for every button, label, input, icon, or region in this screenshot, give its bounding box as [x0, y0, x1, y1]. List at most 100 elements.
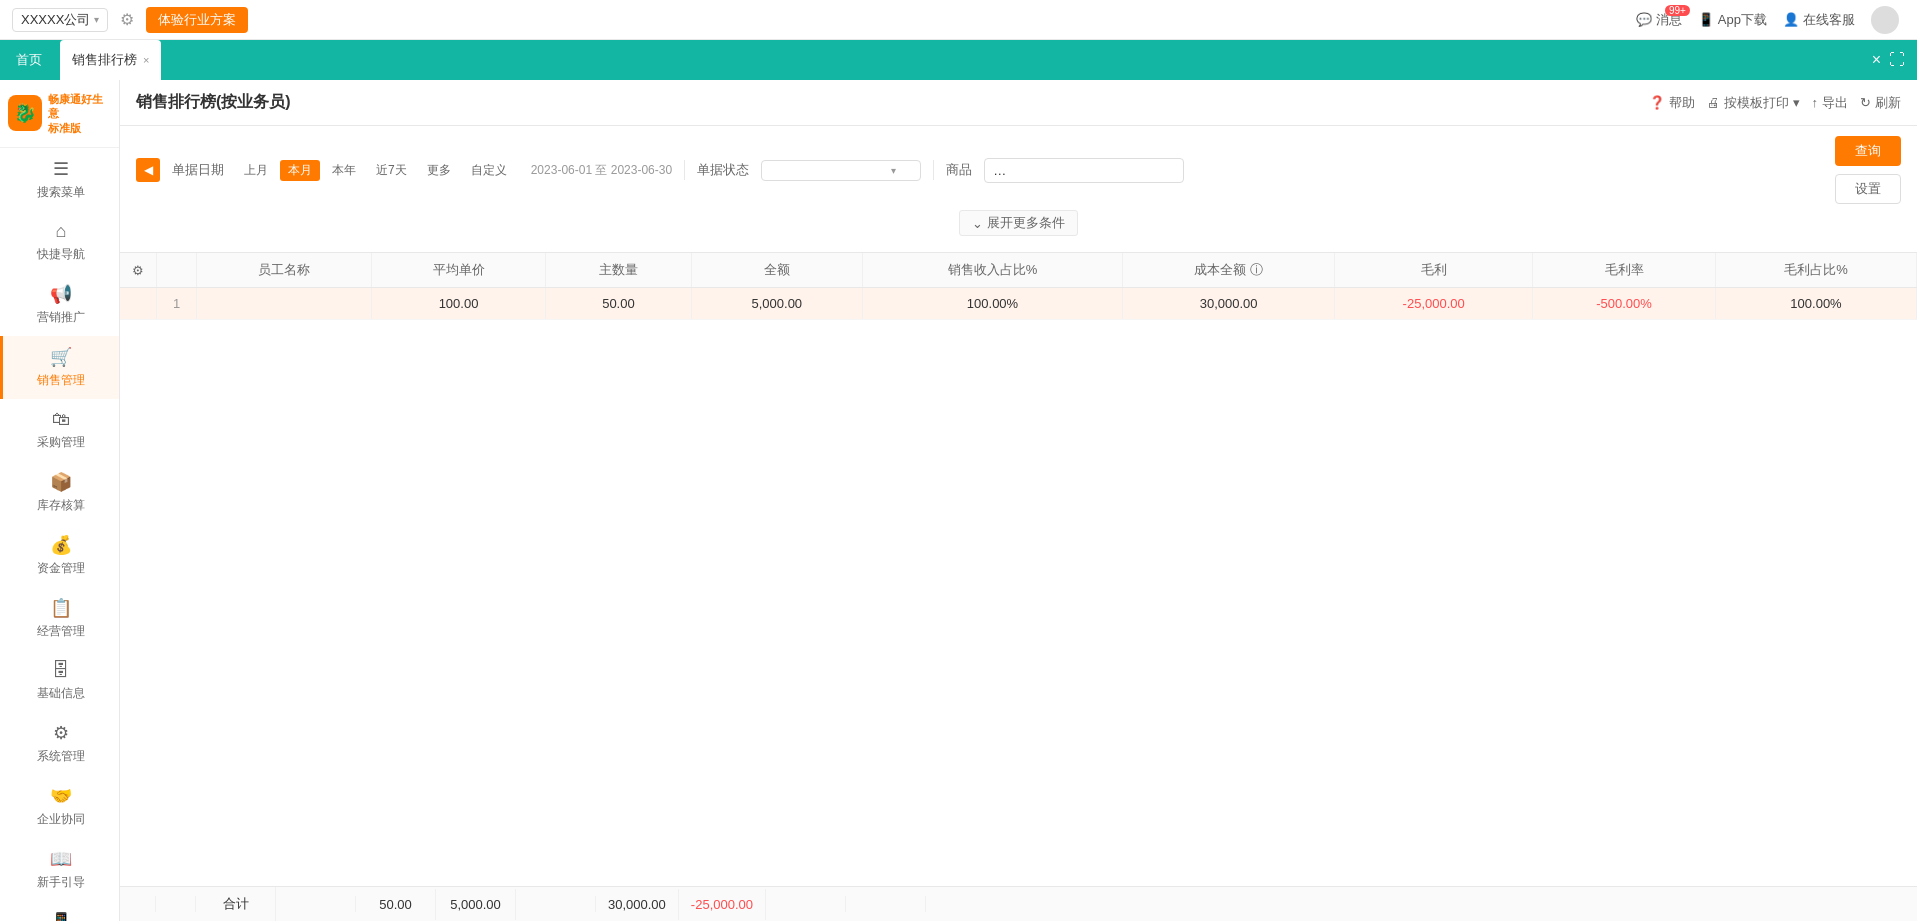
sidebar-item-sales[interactable]: 🛒 销售管理 [0, 336, 119, 399]
sidebar-item-newcomer[interactable]: 📖 新手引导 [0, 838, 119, 901]
sidebar: 🐉 畅康通好生意 标准版 ☰ 搜索菜单 ⌂ 快捷导航 📢 营销推广 🛒 销售管理… [0, 80, 120, 921]
tab-bar: 首页 销售排行榜 × × ⛶ [0, 40, 1917, 80]
settings-button[interactable]: 设置 [1835, 174, 1901, 204]
sidebar-item-operations[interactable]: 📋 经营管理 [0, 587, 119, 650]
sidebar-item-enterprise-collab[interactable]: 🤝 企业协同 [0, 775, 119, 838]
footer-gross-profit: -25,000.00 [679, 889, 766, 920]
date-filter-label: 单据日期 [172, 161, 224, 179]
company-selector[interactable]: XXXXX公司 ▾ [12, 8, 108, 32]
inventory-icon: 📦 [50, 471, 72, 493]
tab-home[interactable]: 首页 [0, 40, 58, 80]
expand-more-row: ⌄ 展开更多条件 [136, 204, 1901, 242]
message-area[interactable]: 💬 消息 99+ [1636, 11, 1682, 29]
th-gross-profit: 毛利 [1335, 253, 1533, 288]
trial-button[interactable]: 体验行业方案 [146, 7, 248, 33]
td-main-qty: 50.00 [546, 288, 691, 320]
app-download-area[interactable]: 📱 App下载 [1698, 11, 1767, 29]
page-actions: ❓ 帮助 🖨 按模板打印 ▾ ↑ 导出 ↻ 刷新 [1649, 94, 1902, 124]
print-link[interactable]: 🖨 按模板打印 ▾ [1707, 94, 1800, 112]
status-select[interactable]: ▾ [761, 160, 921, 181]
user-avatar-area[interactable] [1871, 6, 1905, 34]
th-sales-pct: 销售收入占比% [863, 253, 1123, 288]
sidebar-item-operations-label: 经营管理 [37, 623, 85, 640]
query-area: 查询 设置 [1835, 136, 1901, 204]
sidebar-item-newcomer-label: 新手引导 [37, 874, 85, 891]
expand-more-button[interactable]: ⌄ 展开更多条件 [959, 210, 1078, 236]
footer-gross-rate-empty [766, 896, 846, 912]
date-tab-this-year[interactable]: 本年 [324, 160, 364, 181]
th-cost-total: 成本全额 ⓘ [1122, 253, 1334, 288]
th-gross-pct: 毛利占比% [1716, 253, 1917, 288]
refresh-link[interactable]: ↻ 刷新 [1860, 94, 1901, 112]
tab-bar-right: × ⛶ [1872, 51, 1917, 69]
sidebar-item-purchase[interactable]: 🛍 采购管理 [0, 399, 119, 461]
sidebar-item-system[interactable]: ⚙ 系统管理 [0, 712, 119, 775]
expand-more-label: 展开更多条件 [987, 214, 1065, 232]
sales-icon: 🛒 [50, 346, 72, 368]
sidebar-item-app-center[interactable]: 📱 应用中心 [0, 901, 119, 921]
tab-fullscreen-icon[interactable]: ⛶ [1889, 51, 1905, 69]
tab-sales-ranking[interactable]: 销售排行榜 × [60, 40, 161, 80]
td-employee [197, 288, 372, 320]
sidebar-item-quick-nav[interactable]: ⌂ 快捷导航 [0, 211, 119, 273]
date-range-display: 2023-06-01 至 2023-06-30 [531, 162, 672, 179]
th-main-qty: 主数量 [546, 253, 691, 288]
app-center-icon: 📱 [50, 911, 72, 921]
content-area: 销售排行榜(按业务员) ❓ 帮助 🖨 按模板打印 ▾ ↑ 导出 ↻ 刷新 [120, 80, 1917, 921]
search-order-icon: ☰ [53, 158, 69, 180]
sidebar-item-sales-label: 销售管理 [37, 372, 85, 389]
main-layout: 🐉 畅康通好生意 标准版 ☰ 搜索菜单 ⌂ 快捷导航 📢 营销推广 🛒 销售管理… [0, 80, 1917, 921]
sidebar-item-marketing[interactable]: 📢 营销推广 [0, 273, 119, 336]
filter-area: ◀ 单据日期 上月 本月 本年 近7天 更多 自定义 2023-06-01 至 … [120, 126, 1917, 253]
date-tab-this-month[interactable]: 本月 [280, 160, 320, 181]
sidebar-item-inventory[interactable]: 📦 库存核算 [0, 461, 119, 524]
footer-cost-total: 30,000.00 [596, 889, 679, 920]
date-tab-last-7-days[interactable]: 近7天 [368, 160, 415, 181]
date-tab-last-month[interactable]: 上月 [236, 160, 276, 181]
td-total-amount: 5,000.00 [691, 288, 863, 320]
sidebar-item-marketing-label: 营销推广 [37, 309, 85, 326]
goods-select-value: … [993, 163, 1006, 178]
print-icon: 🖨 [1707, 95, 1720, 110]
filter-row: ◀ 单据日期 上月 本月 本年 近7天 更多 自定义 2023-06-01 至 … [136, 136, 1901, 204]
export-link[interactable]: ↑ 导出 [1812, 94, 1849, 112]
footer-empty-1 [120, 896, 156, 912]
print-chevron-icon: ▾ [1793, 95, 1800, 110]
table-header-row: ⚙ 员工名称 平均单价 主数量 全额 销售收入占比% 成本全额 ⓘ 毛利 毛利率… [120, 253, 1917, 288]
sidebar-item-finance[interactable]: 💰 资金管理 [0, 524, 119, 587]
sidebar-item-base-info[interactable]: 🗄 基础信息 [0, 650, 119, 712]
logo-text: 畅康通好生意 标准版 [48, 92, 111, 135]
filter-collapse-btn[interactable]: ◀ [136, 158, 160, 182]
goods-select[interactable]: … [984, 158, 1184, 183]
th-settings[interactable]: ⚙ [120, 253, 157, 288]
collapse-icon: ◀ [144, 163, 153, 177]
message-icon: 💬 [1636, 12, 1652, 27]
table-footer: 合计 50.00 5,000.00 30,000.00 -25,000.00 [120, 886, 1917, 921]
date-tab-custom[interactable]: 自定义 [463, 160, 515, 181]
td-gross-pct: 100.00% [1716, 288, 1917, 320]
help-link[interactable]: ❓ 帮助 [1649, 94, 1695, 112]
service-icon: 👤 [1783, 12, 1799, 27]
top-bar-right: 💬 消息 99+ 📱 App下载 👤 在线客服 [1636, 6, 1905, 34]
query-button[interactable]: 查询 [1835, 136, 1901, 166]
tab-close-icon[interactable]: × [143, 54, 149, 66]
th-avg-price: 平均单价 [371, 253, 546, 288]
sidebar-logo: 🐉 畅康通好生意 标准版 [0, 80, 119, 148]
sidebar-item-search-order-label: 搜索菜单 [37, 184, 85, 201]
td-settings [120, 288, 157, 320]
sidebar-item-search-order[interactable]: ☰ 搜索菜单 [0, 148, 119, 211]
system-icon: ⚙ [53, 722, 69, 744]
footer-row: 合计 50.00 5,000.00 30,000.00 -25,000.00 [120, 887, 1917, 921]
td-gross-profit: -25,000.00 [1335, 288, 1533, 320]
sidebar-item-system-label: 系统管理 [37, 748, 85, 765]
topbar-settings-icon[interactable]: ⚙ [120, 10, 134, 29]
date-tab-more[interactable]: 更多 [419, 160, 459, 181]
footer-label: 合计 [196, 887, 276, 921]
tab-sales-ranking-label: 销售排行榜 [72, 51, 137, 69]
online-service-area[interactable]: 👤 在线客服 [1783, 11, 1855, 29]
tab-close-window-icon[interactable]: × [1872, 51, 1881, 69]
marketing-icon: 📢 [50, 283, 72, 305]
avatar [1871, 6, 1899, 34]
expand-more-icon: ⌄ [972, 216, 983, 231]
app-icon: 📱 [1698, 12, 1714, 27]
